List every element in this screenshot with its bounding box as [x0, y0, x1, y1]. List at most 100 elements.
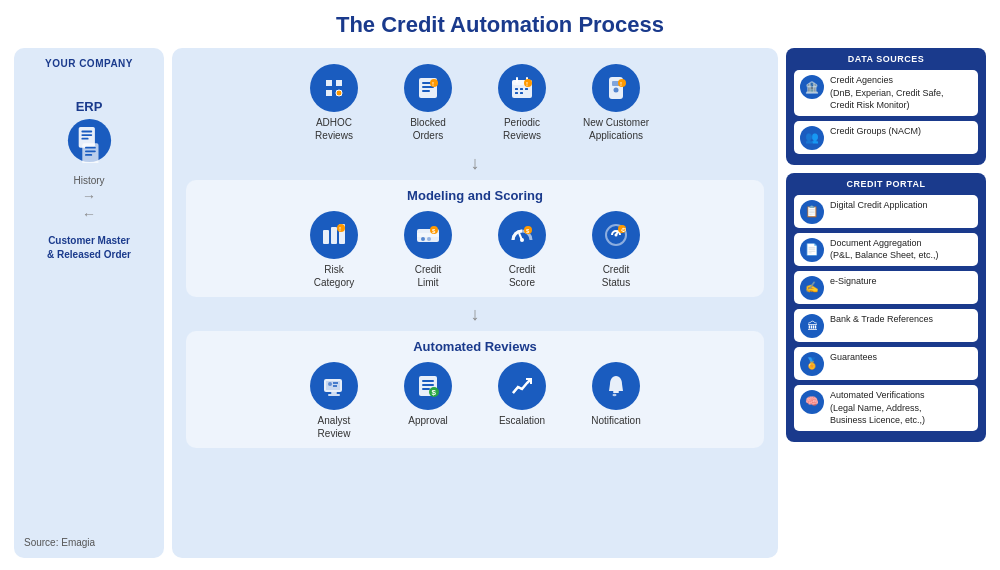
newcustomer-icon: !: [592, 64, 640, 112]
svg-text:!: !: [526, 81, 528, 87]
modeling-section: Modeling and Scoring ! RiskC: [186, 180, 764, 297]
source-label: Source: Emagia: [24, 537, 95, 548]
svg-rect-20: [515, 88, 518, 90]
svg-point-49: [615, 234, 618, 237]
bank-trade-icon: 🏛: [800, 314, 824, 338]
customer-master-label: Customer Master& Released Order: [47, 234, 131, 262]
approval-label: Approval: [408, 414, 447, 427]
svg-point-29: [614, 88, 619, 93]
portal-doc-aggregation: 📄 Document Aggregation(P&L, Balance Shee…: [794, 233, 978, 266]
periodic-icon: !: [498, 64, 546, 112]
svg-rect-6: [85, 147, 96, 149]
bank-trade-text: Bank & Trade References: [830, 313, 933, 326]
creditlimit-label: CreditLimit: [415, 263, 442, 289]
icon-analyst: AnalystReview: [294, 362, 374, 440]
credit-portal-section: CREDIT PORTAL 📋 Digital Credit Applicati…: [786, 173, 986, 442]
data-sources-section: DATA SOURCES 🏦 Credit Agencies(DnB, Expe…: [786, 48, 986, 165]
svg-rect-7: [85, 150, 96, 152]
risk-icon: !: [310, 211, 358, 259]
top-icons-row: ADHOCReviews ! BlockedOrders: [186, 58, 764, 146]
svg-text:!: !: [620, 81, 622, 87]
svg-point-44: [520, 238, 524, 242]
erp-label: ERP: [76, 99, 103, 114]
icon-approval: $ Approval: [388, 362, 468, 440]
arrow-down-1: ↓: [186, 154, 764, 172]
icon-blocked: ! BlockedOrders: [388, 64, 468, 142]
auto-verify-text: Automated Verifications(Legal Name, Addr…: [830, 389, 925, 427]
icon-notification: Notification: [576, 362, 656, 440]
svg-text:!: !: [432, 81, 434, 87]
automated-title: Automated Reviews: [198, 339, 752, 354]
newcustomer-label: New CustomerApplications: [583, 116, 649, 142]
icon-creditscore: $ CreditScore: [482, 211, 562, 289]
icon-creditstatus: ⏱ CreditStatus: [576, 211, 656, 289]
svg-rect-18: [516, 77, 518, 83]
digital-app-icon: 📋: [800, 200, 824, 224]
arrow-left-icon: ←: [82, 206, 96, 222]
svg-text:!: !: [339, 226, 341, 232]
svg-rect-23: [515, 92, 518, 94]
approval-icon: $: [404, 362, 452, 410]
creditlimit-icon: $: [404, 211, 452, 259]
svg-rect-32: [323, 230, 329, 244]
guarantees-text: Guarantees: [830, 351, 877, 364]
svg-point-54: [328, 382, 332, 386]
left-panel-title: YOUR COMPANY: [45, 58, 133, 69]
icon-risk: ! RiskCategory: [294, 211, 374, 289]
credit-agencies-text: Credit Agencies(DnB, Experian, Credit Sa…: [830, 74, 944, 112]
icon-adhoc: ADHOCReviews: [294, 64, 374, 142]
adhoc-label: ADHOCReviews: [315, 116, 353, 142]
svg-rect-61: [422, 384, 434, 386]
credit-portal-title: CREDIT PORTAL: [794, 179, 978, 189]
notification-label: Notification: [591, 414, 640, 427]
creditstatus-label: CreditStatus: [602, 263, 630, 289]
analyst-label: AnalystReview: [318, 414, 351, 440]
arrow-right-icon: →: [82, 188, 96, 204]
creditscore-icon: $: [498, 211, 546, 259]
svg-point-39: [421, 237, 425, 241]
svg-rect-33: [331, 227, 337, 244]
svg-rect-24: [520, 92, 523, 94]
portal-bank-trade: 🏛 Bank & Trade References: [794, 309, 978, 342]
center-panel: ADHOCReviews ! BlockedOrders: [172, 48, 778, 558]
esignature-icon: ✍: [800, 276, 824, 300]
portal-guarantees: 🏅 Guarantees: [794, 347, 978, 380]
svg-rect-4: [81, 138, 88, 140]
svg-rect-65: [613, 391, 619, 393]
svg-rect-62: [422, 388, 430, 390]
portal-digital-app: 📋 Digital Credit Application: [794, 195, 978, 228]
blocked-icon: !: [404, 64, 452, 112]
analyst-icon: [310, 362, 358, 410]
digital-app-text: Digital Credit Application: [830, 199, 928, 212]
automated-section: Automated Reviews: [186, 331, 764, 448]
escalation-label: Escalation: [499, 414, 545, 427]
notification-icon: [592, 362, 640, 410]
credit-groups-text: Credit Groups (NACM): [830, 125, 921, 138]
erp-icon: [67, 118, 112, 167]
esignature-text: e-Signature: [830, 275, 877, 288]
adhoc-icon: [310, 64, 358, 112]
creditstatus-icon: ⏱: [592, 211, 640, 259]
data-source-credit-agencies: 🏦 Credit Agencies(DnB, Experian, Credit …: [794, 70, 978, 116]
arrow-down-2: ↓: [186, 305, 764, 323]
svg-rect-5: [82, 143, 98, 163]
doc-aggregation-text: Document Aggregation(P&L, Balance Sheet,…: [830, 237, 939, 262]
icon-newcustomer: ! New CustomerApplications: [576, 64, 656, 142]
erp-section: ERP History: [47, 99, 131, 262]
auto-verify-icon: 🧠: [800, 390, 824, 414]
history-label: History: [73, 175, 104, 186]
svg-point-9: [336, 90, 342, 96]
svg-rect-3: [81, 134, 92, 136]
svg-rect-60: [422, 380, 434, 382]
data-source-credit-groups: 👥 Credit Groups (NACM): [794, 121, 978, 154]
automated-icons-row: AnalystReview $: [198, 362, 752, 440]
right-panel: DATA SOURCES 🏦 Credit Agencies(DnB, Expe…: [786, 48, 986, 558]
modeling-title: Modeling and Scoring: [198, 188, 752, 203]
svg-rect-2: [81, 131, 92, 133]
data-sources-title: DATA SOURCES: [794, 54, 978, 64]
portal-esignature: ✍ e-Signature: [794, 271, 978, 304]
svg-rect-8: [85, 154, 92, 156]
portal-auto-verify: 🧠 Automated Verifications(Legal Name, Ad…: [794, 385, 978, 431]
creditscore-label: CreditScore: [509, 263, 536, 289]
blocked-label: BlockedOrders: [410, 116, 446, 142]
